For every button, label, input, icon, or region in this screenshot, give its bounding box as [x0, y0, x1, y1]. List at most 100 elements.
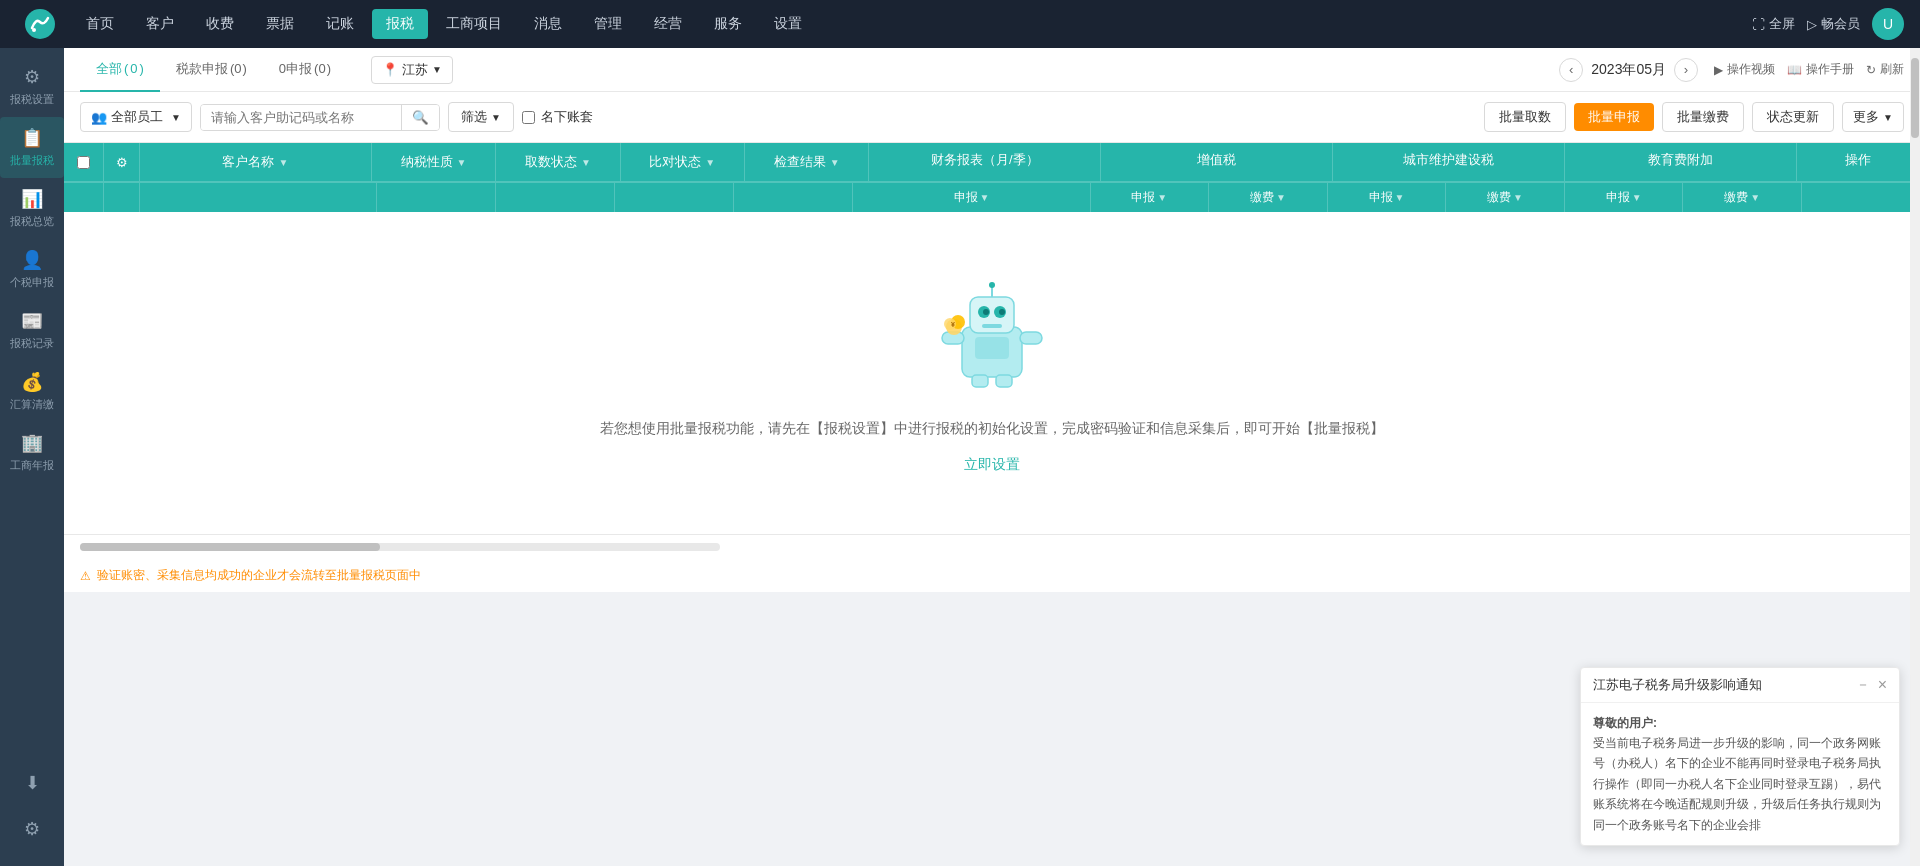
- status-update-button[interactable]: 状态更新: [1752, 102, 1834, 132]
- edu-sub-cols: 申报 ▼ 缴费 ▼: [1565, 183, 1802, 212]
- account-set-checkbox[interactable]: [522, 111, 535, 124]
- robot-illustration: ¥: [932, 272, 1052, 392]
- top-navigation: 首页 客户 收费 票据 记账 报税 工商项目 消息 管理 经营 服务 设置 ⛶ …: [0, 0, 1920, 48]
- annual-report-icon: 🏢: [21, 432, 43, 454]
- svg-point-1: [32, 28, 36, 32]
- select-all-checkbox[interactable]: [77, 156, 90, 169]
- next-month-button[interactable]: ›: [1674, 58, 1698, 82]
- tab-all[interactable]: 全部 ( 0 ): [80, 48, 160, 92]
- batch-declare-button[interactable]: 批量申报: [1574, 103, 1654, 131]
- main-scrollbar[interactable]: [1910, 48, 1920, 866]
- scroll-thumb[interactable]: [80, 543, 380, 551]
- user-avatar[interactable]: U: [1872, 8, 1904, 40]
- setup-link[interactable]: 立即设置: [964, 456, 1020, 474]
- warning-icon: ⚠: [80, 569, 91, 583]
- notification-close[interactable]: ×: [1878, 676, 1887, 694]
- logo[interactable]: [16, 0, 64, 48]
- province-select[interactable]: 📍 江苏 ▼: [371, 56, 453, 84]
- svg-rect-14: [972, 375, 988, 387]
- nav-billing[interactable]: 收费: [192, 9, 248, 39]
- sidebar-item-personal-tax[interactable]: 👤 个税申报: [0, 239, 64, 300]
- nav-customer[interactable]: 客户: [132, 9, 188, 39]
- nav-home[interactable]: 首页: [72, 9, 128, 39]
- vat-pay-filter[interactable]: ▼: [1276, 192, 1286, 203]
- sidebar-download[interactable]: ⬇: [0, 762, 64, 804]
- sidebar-item-batch-tax[interactable]: 📋 批量报税: [0, 117, 64, 178]
- prev-month-button[interactable]: ‹: [1559, 58, 1583, 82]
- sidebar-settings[interactable]: ⚙: [0, 808, 64, 850]
- batch-fetch-button[interactable]: 批量取数: [1484, 102, 1566, 132]
- fullscreen-button[interactable]: ⛶ 全屏: [1752, 15, 1795, 33]
- employee-icon: 👥: [91, 110, 107, 125]
- nav-service[interactable]: 服务: [700, 9, 756, 39]
- employee-select[interactable]: 👥 全部员工 ▼: [80, 102, 192, 132]
- sub-tab-bar: 全部 ( 0 ) 税款申报 ( 0 ) 0申报 ( 0 ) 📍 江苏 ▼ ‹: [64, 48, 1920, 92]
- check-result-filter-icon[interactable]: ▼: [830, 157, 840, 168]
- month-navigator: ‹ 2023年05月 ›: [1559, 58, 1698, 82]
- edu-pay-col: 缴费 ▼: [1683, 183, 1801, 212]
- main-scrollbar-thumb[interactable]: [1911, 58, 1919, 138]
- vat-declare-filter[interactable]: ▼: [1157, 192, 1167, 203]
- search-box: 🔍: [200, 104, 440, 131]
- nav-settings[interactable]: 设置: [760, 9, 816, 39]
- search-input[interactable]: [201, 105, 401, 130]
- financial-sub-cols: 申报 ▼: [853, 183, 1090, 212]
- video-icon: ▶: [1714, 63, 1723, 77]
- notification-body: 尊敬的用户: 受当前电子税务局进一步升级的影响，同一个政务网账号（办税人）名下的…: [1581, 703, 1899, 845]
- notification-minimize[interactable]: －: [1856, 676, 1870, 694]
- nav-menu: 首页 客户 收费 票据 记账 报税 工商项目 消息 管理 经营 服务 设置: [72, 9, 1752, 39]
- more-dropdown-icon: ▼: [1883, 112, 1893, 123]
- sidebar-item-annual-report[interactable]: 🏢 工商年报: [0, 422, 64, 483]
- vat-sub-cols: 申报 ▼ 缴费 ▼: [1091, 183, 1328, 212]
- nav-invoice[interactable]: 票据: [252, 9, 308, 39]
- video-tutorial-link[interactable]: ▶ 操作视频: [1714, 61, 1775, 78]
- th-financial-group: 财务报表（月/季）: [869, 143, 1101, 182]
- batch-tax-icon: 📋: [21, 127, 43, 149]
- top-right-actions: ▶ 操作视频 📖 操作手册 ↻ 刷新: [1714, 61, 1904, 78]
- sidebar-item-tax-records[interactable]: 📰 报税记录: [0, 300, 64, 361]
- city-declare-filter[interactable]: ▼: [1395, 192, 1405, 203]
- employee-dropdown-icon: ▼: [171, 112, 181, 123]
- svg-rect-10: [982, 324, 1002, 328]
- refresh-icon: ↻: [1866, 63, 1876, 77]
- search-button[interactable]: 🔍: [401, 105, 439, 130]
- sidebar-item-settlement[interactable]: 💰 汇算清缴: [0, 361, 64, 422]
- personal-tax-icon: 👤: [21, 249, 43, 271]
- scroll-track: [80, 543, 720, 551]
- more-button[interactable]: 更多 ▼: [1842, 102, 1904, 132]
- edu-pay-filter[interactable]: ▼: [1750, 192, 1760, 203]
- nav-operation[interactable]: 经营: [640, 9, 696, 39]
- manual-link[interactable]: 📖 操作手册: [1787, 61, 1854, 78]
- fetch-status-filter-icon[interactable]: ▼: [581, 157, 591, 168]
- filter-button[interactable]: 筛选 ▼: [448, 102, 514, 132]
- nav-industrial[interactable]: 工商项目: [432, 9, 516, 39]
- nav-management[interactable]: 管理: [580, 9, 636, 39]
- th-checkbox: [64, 143, 104, 182]
- nav-message[interactable]: 消息: [520, 9, 576, 39]
- nav-tax[interactable]: 报税: [372, 9, 428, 39]
- nav-bookkeeping[interactable]: 记账: [312, 9, 368, 39]
- refresh-button[interactable]: ↻ 刷新: [1866, 61, 1904, 78]
- city-construct-sub-cols: 申报 ▼ 缴费 ▼: [1328, 183, 1565, 212]
- column-settings-icon[interactable]: ⚙: [116, 155, 128, 170]
- th-vat-group: 增值税: [1101, 143, 1333, 182]
- compare-status-filter-icon[interactable]: ▼: [705, 157, 715, 168]
- manual-icon: 📖: [1787, 63, 1802, 77]
- svg-point-0: [25, 9, 55, 39]
- account-set-checkbox-label[interactable]: 名下账套: [522, 108, 593, 126]
- batch-pay-button[interactable]: 批量缴费: [1662, 102, 1744, 132]
- tab-zero-declare[interactable]: 0申报 ( 0 ): [263, 48, 347, 92]
- city-pay-filter[interactable]: ▼: [1513, 192, 1523, 203]
- financial-declare-filter[interactable]: ▼: [980, 192, 990, 203]
- th-city-construct-group: 城市维护建设税: [1333, 143, 1565, 182]
- sidebar-item-tax-settings[interactable]: ⚙ 报税设置: [0, 56, 64, 117]
- tab-tax-declare[interactable]: 税款申报 ( 0 ): [160, 48, 263, 92]
- sidebar-item-tax-overview[interactable]: 📊 报税总览: [0, 178, 64, 239]
- name-filter-icon[interactable]: ▼: [278, 157, 288, 168]
- member-button[interactable]: ▷ 畅会员: [1807, 15, 1860, 33]
- edu-declare-filter[interactable]: ▼: [1632, 192, 1642, 203]
- svg-rect-12: [1020, 332, 1042, 344]
- notification-header: 江苏电子税务局升级影响通知 － ×: [1581, 668, 1899, 703]
- tax-overview-icon: 📊: [21, 188, 43, 210]
- tax-nature-filter-icon[interactable]: ▼: [457, 157, 467, 168]
